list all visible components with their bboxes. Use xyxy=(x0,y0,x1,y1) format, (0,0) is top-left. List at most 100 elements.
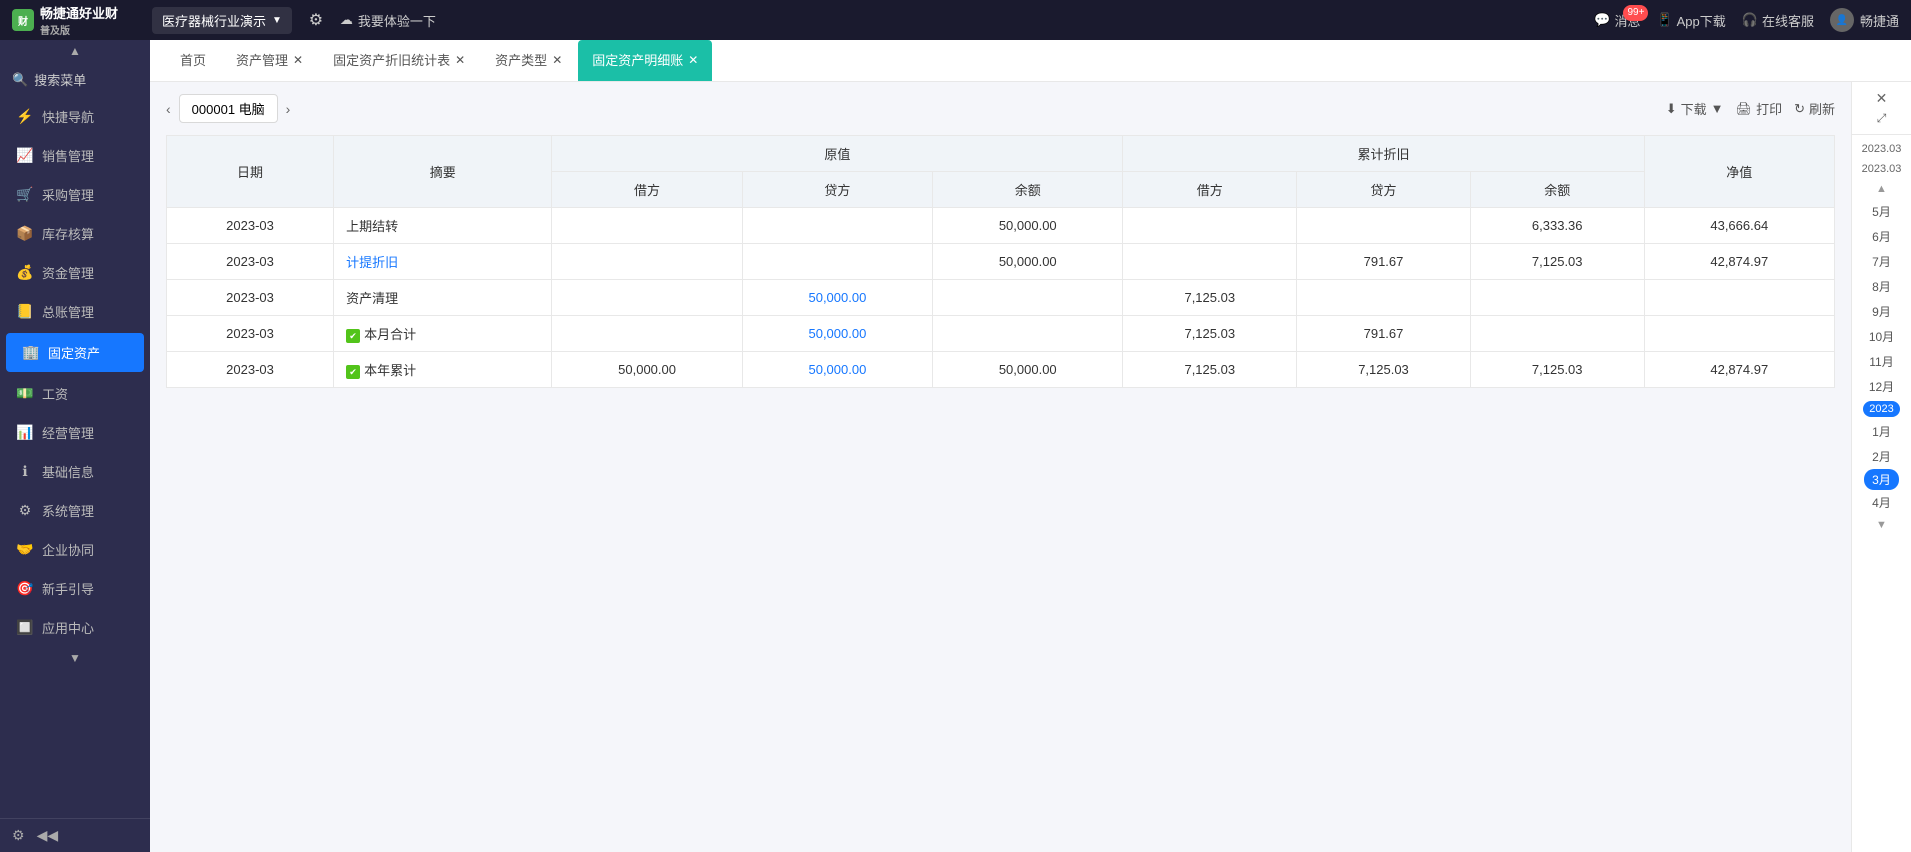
timeline-down-arrow[interactable]: ▼ xyxy=(1876,515,1887,535)
finance-icon: 💰 xyxy=(16,264,34,281)
scroll-down[interactable]: ▼ xyxy=(0,647,150,669)
row-summary-link[interactable]: 计提折旧 xyxy=(346,255,398,270)
nav-asset-item[interactable]: 000001 电脑 xyxy=(179,94,278,123)
phone-icon: 📱 xyxy=(1656,12,1672,28)
th-accumulated: 累计折旧 xyxy=(1123,136,1644,172)
logo: 财 畅捷通好业财 普及版 xyxy=(12,3,152,37)
sidebar-item-guide[interactable]: 🎯 新手引导 xyxy=(0,569,150,608)
sidebar-item-app-center[interactable]: 🔲 应用中心 xyxy=(0,608,150,647)
sidebar-item-quick-nav[interactable]: ⚡ 快捷导航 xyxy=(0,97,150,136)
sidebar-item-ledger[interactable]: 📒 总账管理 xyxy=(0,292,150,331)
year-badge-2023[interactable]: 2023 xyxy=(1863,401,1899,417)
sidebar-item-system[interactable]: ⚙ 系统管理 xyxy=(0,491,150,530)
tab-asset-type-close[interactable]: ✕ xyxy=(552,53,562,67)
cell-orig-debit: 50,000.00 xyxy=(552,352,742,388)
sidebar-item-inventory[interactable]: 📦 库存核算 xyxy=(0,214,150,253)
print-button[interactable]: 🖨 打印 xyxy=(1736,99,1783,118)
online-service-button[interactable]: 🎧 在线客服 xyxy=(1742,11,1814,30)
timeline-month[interactable]: 3月 xyxy=(1864,469,1899,490)
tab-asset-detail-label: 固定资产明细账 xyxy=(592,50,683,69)
cell-orig-credit xyxy=(742,208,932,244)
sidebar: ▲ 🔍 搜索菜单 ⚡ 快捷导航 📈 销售管理 🛒 采购管理 📦 库存核算 💰 资… xyxy=(0,40,150,852)
sidebar-bottom: ⚙ ◀◀ xyxy=(0,818,150,852)
tab-asset-type[interactable]: 资产类型 ✕ xyxy=(481,40,576,81)
company-select[interactable]: 医疗器械行业演示 ▼ xyxy=(152,7,292,34)
cell-summary: 计提折旧 xyxy=(334,244,552,280)
timeline-month[interactable]: 1月 xyxy=(1864,419,1899,444)
timeline-month[interactable]: 4月 xyxy=(1864,490,1899,515)
sidebar-item-fixed-assets[interactable]: 🏢 固定资产 xyxy=(6,333,144,372)
table-row: 2023-03 计提折旧 50,000.00 791.67 7,125.03 4… xyxy=(167,244,1835,280)
timeline-month[interactable]: 2月 xyxy=(1864,444,1899,469)
th-accum-debit: 借方 xyxy=(1123,172,1297,208)
timeline-year-label2[interactable]: 2023.03 xyxy=(1852,159,1911,179)
cell-orig-balance xyxy=(933,316,1123,352)
tab-asset-detail-close[interactable]: ✕ xyxy=(688,53,698,67)
tab-depreciation-table[interactable]: 固定资产折旧统计表 ✕ xyxy=(319,40,479,81)
table-row: 2023-03 ✔本月合计 50,000.00 7,125.03 791.67 xyxy=(167,316,1835,352)
timeline-up-arrow[interactable]: ▲ xyxy=(1876,179,1887,199)
panel-header: ✕ ⤢ xyxy=(1852,90,1911,135)
th-original-value: 原值 xyxy=(552,136,1123,172)
tab-home[interactable]: 首页 xyxy=(166,40,220,81)
tab-asset-mgmt-label: 资产管理 xyxy=(236,50,288,69)
download-button[interactable]: ⬇ 下载 ▼ xyxy=(1666,99,1724,118)
download-icon: ⬇ xyxy=(1666,101,1677,117)
sidebar-label-fixed-assets: 固定资产 xyxy=(48,343,100,362)
refresh-label: 刷新 xyxy=(1809,99,1835,118)
timeline-month[interactable]: 8月 xyxy=(1869,274,1894,299)
sidebar-item-finance[interactable]: 💰 资金管理 xyxy=(0,253,150,292)
top-header: 财 畅捷通好业财 普及版 医疗器械行业演示 ▼ ⚙ ☁ 我要体验一下 💬 消息 … xyxy=(0,0,1911,40)
download-arrow: ▼ xyxy=(1711,101,1724,116)
sidebar-search[interactable]: 🔍 搜索菜单 xyxy=(0,62,150,97)
download-label: 下载 xyxy=(1681,99,1707,118)
sidebar-item-payroll[interactable]: 💵 工资 xyxy=(0,374,150,413)
sidebar-item-operations[interactable]: 📊 经营管理 xyxy=(0,413,150,452)
settings-icon[interactable]: ⚙ xyxy=(302,6,330,34)
tab-asset-detail[interactable]: 固定资产明细账 ✕ xyxy=(578,40,712,81)
sidebar-item-enterprise[interactable]: 🤝 企业协同 xyxy=(0,530,150,569)
guide-icon: 🎯 xyxy=(16,580,34,597)
scroll-up[interactable]: ▲ xyxy=(0,40,150,62)
tab-depreciation-close[interactable]: ✕ xyxy=(455,53,465,67)
enterprise-icon: 🤝 xyxy=(16,541,34,558)
timeline-month[interactable]: 9月 xyxy=(1869,299,1894,324)
messages-button[interactable]: 💬 消息 99+ xyxy=(1594,11,1640,30)
sidebar-label-payroll: 工资 xyxy=(42,384,68,403)
cell-accum-balance: 7,125.03 xyxy=(1470,244,1644,280)
timeline-month[interactable]: 11月 xyxy=(1869,349,1894,374)
sidebar-collapse-icon[interactable]: ◀◀ xyxy=(37,827,59,844)
sidebar-label-app-center: 应用中心 xyxy=(42,618,94,637)
app-download-button[interactable]: 📱 App下载 xyxy=(1656,11,1725,30)
cell-orig-credit xyxy=(742,244,932,280)
timeline-month[interactable]: 6月 xyxy=(1869,224,1894,249)
refresh-button[interactable]: ↻ 刷新 xyxy=(1794,99,1835,118)
panel-expand-button[interactable]: ⤢ xyxy=(1877,111,1887,126)
system-icon: ⚙ xyxy=(16,502,34,519)
sidebar-item-sales[interactable]: 📈 销售管理 xyxy=(0,136,150,175)
cell-summary: ✔本月合计 xyxy=(334,316,552,352)
experience-button[interactable]: ☁ 我要体验一下 xyxy=(340,11,436,30)
user-avatar: 👤 xyxy=(1830,8,1854,32)
sidebar-item-purchase[interactable]: 🛒 采购管理 xyxy=(0,175,150,214)
table-row: 2023-03 上期结转 50,000.00 6,333.36 43,666.6… xyxy=(167,208,1835,244)
tab-asset-mgmt[interactable]: 资产管理 ✕ xyxy=(222,40,317,81)
cell-accum-balance: 7,125.03 xyxy=(1470,352,1644,388)
user-info[interactable]: 👤 畅捷通 xyxy=(1830,8,1899,32)
row-badge-icon: ✔ xyxy=(346,329,360,343)
sidebar-label-finance: 资金管理 xyxy=(42,263,94,282)
timeline-month[interactable]: 5月 xyxy=(1869,199,1894,224)
timeline-month[interactable]: 12月 xyxy=(1869,374,1894,399)
nav-prev-button[interactable]: ‹ xyxy=(166,101,171,117)
sidebar-item-basic-info[interactable]: ℹ 基础信息 xyxy=(0,452,150,491)
timeline-year-label1[interactable]: 2023.03 xyxy=(1852,139,1911,159)
search-label: 搜索菜单 xyxy=(34,70,86,89)
timeline-month[interactable]: 10月 xyxy=(1869,324,1894,349)
sidebar-settings-icon[interactable]: ⚙ xyxy=(12,827,25,844)
timeline-month[interactable]: 7月 xyxy=(1869,249,1894,274)
panel-close-button[interactable]: ✕ xyxy=(1876,90,1888,107)
nav-next-button[interactable]: › xyxy=(286,101,291,117)
tab-asset-mgmt-close[interactable]: ✕ xyxy=(293,53,303,67)
cell-net-value xyxy=(1644,316,1834,352)
th-orig-balance: 余额 xyxy=(933,172,1123,208)
